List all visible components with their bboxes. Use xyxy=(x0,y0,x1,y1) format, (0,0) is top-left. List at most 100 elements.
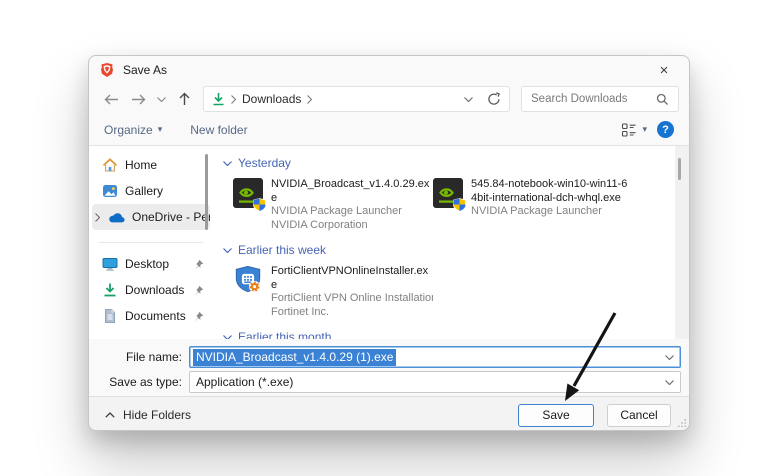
view-options-button[interactable]: ▾ xyxy=(621,122,647,138)
sidebar-item-label: Home xyxy=(125,158,157,172)
chevron-down-icon[interactable] xyxy=(665,355,674,360)
sidebar-item-label: Desktop xyxy=(125,257,169,271)
file-list-scrollbar-track[interactable] xyxy=(675,146,689,339)
save-as-type-select[interactable]: Application (*.exe) xyxy=(189,371,681,393)
downloads-icon xyxy=(102,282,118,298)
forticlient-icon xyxy=(233,265,263,295)
recent-locations-chevron-icon xyxy=(157,97,166,102)
sidebar-item-label: OneDrive - Personal xyxy=(132,210,210,224)
breadcrumb-folder[interactable]: Downloads xyxy=(242,92,301,106)
chevron-right-icon xyxy=(231,95,236,104)
address-bar[interactable]: Downloads xyxy=(203,86,510,112)
dialog-footer: Hide Folders Save Cancel xyxy=(89,396,689,431)
file-name: 545.84-notebook-win10-win11-64bit-intern… xyxy=(471,178,633,205)
file-description: FortiClient VPN Online Installation xyxy=(271,292,433,306)
sidebar-item-desktop[interactable]: Desktop xyxy=(89,251,213,277)
group-label: Yesterday xyxy=(238,156,291,170)
uac-shield-icon xyxy=(453,198,466,211)
new-folder-button[interactable]: New folder xyxy=(190,123,247,137)
nvidia-installer-icon xyxy=(433,178,463,208)
help-icon[interactable]: ? xyxy=(657,121,674,138)
file-company: NVIDIA Corporation xyxy=(271,219,433,233)
chevron-down-icon xyxy=(223,335,232,340)
file-list: Yesterday NVIDIA_Broadcast_v1.4.0.29.exe… xyxy=(213,146,689,339)
chevron-down-icon: ▾ xyxy=(642,124,647,135)
up-button[interactable] xyxy=(172,87,196,111)
new-folder-label: New folder xyxy=(190,123,247,137)
forward-icon xyxy=(131,94,146,105)
file-description: NVIDIA Package Launcher xyxy=(471,205,633,219)
screenshot-stage: Save As × Downloads xyxy=(0,0,768,476)
sidebar-item-documents[interactable]: Documents xyxy=(89,303,213,329)
chevron-down-icon[interactable] xyxy=(665,380,674,385)
sidebar-item-home[interactable]: Home xyxy=(89,152,213,178)
file-item[interactable]: FortiClientVPNOnlineInstaller.exe FortiC… xyxy=(233,265,433,319)
resize-grip[interactable] xyxy=(678,419,687,428)
recent-locations-button[interactable] xyxy=(153,87,169,111)
save-as-type-value: Application (*.exe) xyxy=(196,375,293,389)
file-list-scrollbar-thumb[interactable] xyxy=(678,158,681,180)
file-item[interactable]: NVIDIA_Broadcast_v1.4.0.29.exe NVIDIA Pa… xyxy=(233,178,433,232)
documents-icon xyxy=(102,308,118,324)
sidebar-item-downloads[interactable]: Downloads xyxy=(89,277,213,303)
brave-shield-icon xyxy=(99,62,115,78)
fields-area: File name: NVIDIA_Broadcast_v1.4.0.29 (1… xyxy=(89,339,689,396)
command-toolbar: Organize ▾ New folder ▾ ? xyxy=(89,114,689,146)
up-icon xyxy=(179,92,190,106)
pin-icon xyxy=(193,285,213,296)
file-name: FortiClientVPNOnlineInstaller.exe xyxy=(271,265,433,292)
organize-button[interactable]: Organize ▾ xyxy=(104,123,162,137)
view-options-icon xyxy=(621,122,637,138)
gallery-icon xyxy=(102,183,118,199)
search-box[interactable] xyxy=(521,86,679,112)
file-name-label: File name: xyxy=(89,350,189,364)
title-bar: Save As × xyxy=(89,56,689,84)
desktop-icon xyxy=(102,256,118,272)
sidebar-scrollbar[interactable] xyxy=(205,154,208,230)
file-description: NVIDIA Package Launcher xyxy=(271,205,433,219)
group-header-yesterday[interactable]: Yesterday xyxy=(223,156,689,170)
close-button[interactable]: × xyxy=(649,59,679,81)
back-button[interactable] xyxy=(99,87,123,111)
save-as-dialog: Save As × Downloads xyxy=(88,55,690,431)
hide-folders-label: Hide Folders xyxy=(123,408,191,422)
pin-icon xyxy=(193,259,213,270)
search-icon xyxy=(656,93,669,106)
chevron-down-icon: ▾ xyxy=(158,124,163,135)
file-name: NVIDIA_Broadcast_v1.4.0.29.exe xyxy=(271,178,433,205)
expand-chevron-icon[interactable] xyxy=(95,213,100,222)
sidebar-item-label: Documents xyxy=(125,309,186,323)
file-name-input[interactable]: NVIDIA_Broadcast_v1.4.0.29 (1).exe xyxy=(189,346,681,368)
organize-label: Organize xyxy=(104,123,153,137)
group-label: Earlier this month xyxy=(238,330,331,339)
pin-icon xyxy=(193,311,213,322)
chevron-right-icon[interactable] xyxy=(307,95,312,104)
save-button[interactable]: Save xyxy=(518,404,594,427)
window-title: Save As xyxy=(123,63,167,77)
file-company: Fortinet Inc. xyxy=(271,306,433,320)
hide-folders-button[interactable]: Hide Folders xyxy=(105,408,191,422)
file-name-value: NVIDIA_Broadcast_v1.4.0.29 (1).exe xyxy=(193,349,396,366)
file-item[interactable]: 545.84-notebook-win10-win11-64bit-intern… xyxy=(433,178,633,232)
search-input[interactable] xyxy=(531,93,656,105)
downloads-folder-icon xyxy=(212,92,225,106)
group-label: Earlier this week xyxy=(238,243,326,257)
chevron-down-icon xyxy=(223,161,232,166)
cancel-button[interactable]: Cancel xyxy=(607,404,671,427)
save-as-type-label: Save as type: xyxy=(89,375,189,389)
sidebar-item-gallery[interactable]: Gallery xyxy=(89,178,213,204)
navigation-pane: Home Gallery OneDrive - Personal Desktop xyxy=(89,146,213,339)
nvidia-installer-icon xyxy=(233,178,263,208)
sidebar-separator xyxy=(99,242,203,243)
uac-shield-icon xyxy=(253,198,266,211)
home-icon xyxy=(102,157,118,173)
navigation-row: Downloads xyxy=(89,84,689,114)
group-header-earlier-this-week[interactable]: Earlier this week xyxy=(223,243,689,257)
sidebar-item-label: Downloads xyxy=(125,283,184,297)
forward-button[interactable] xyxy=(126,87,150,111)
refresh-icon[interactable] xyxy=(487,92,501,106)
dialog-body: Home Gallery OneDrive - Personal Desktop xyxy=(89,146,689,339)
sidebar-item-onedrive[interactable]: OneDrive - Personal xyxy=(92,204,210,230)
address-dropdown-chevron-icon[interactable] xyxy=(464,97,473,102)
group-header-earlier-this-month[interactable]: Earlier this month xyxy=(223,330,689,339)
